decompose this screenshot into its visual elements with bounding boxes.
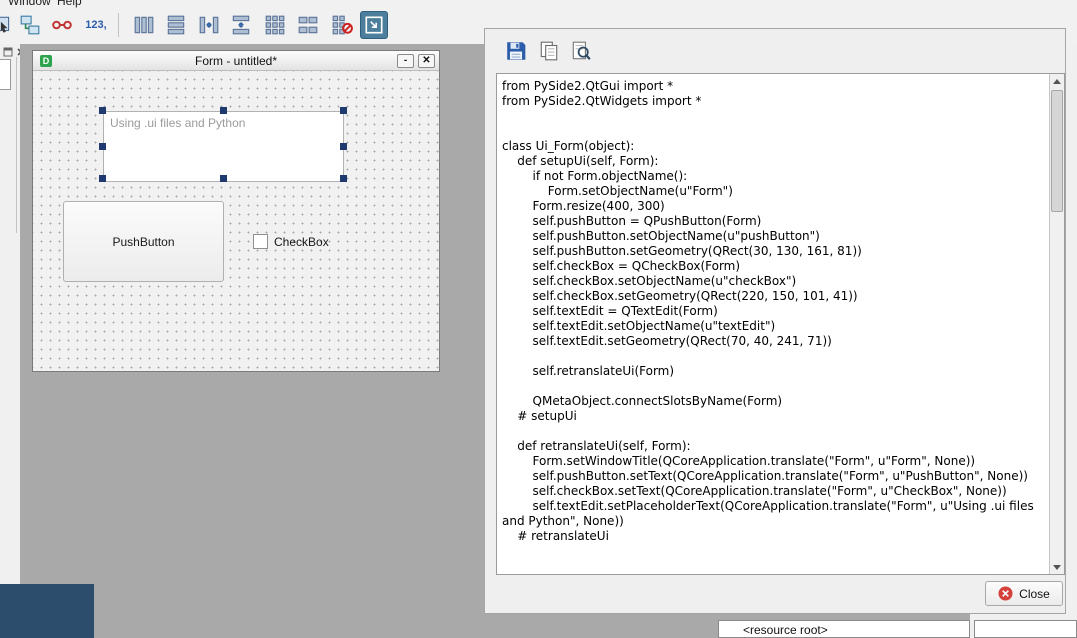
code-line: def retranslateUi(self, Form): — [502, 439, 1047, 454]
code-line: self.checkBox.setGeometry(QRect(220, 150… — [502, 289, 1047, 304]
code-line: # retranslateUi — [502, 529, 1047, 544]
code-line: self.textEdit.setGeometry(QRect(70, 40, … — [502, 334, 1047, 349]
scroll-down-icon[interactable] — [1050, 560, 1064, 574]
scrollbar-thumb[interactable] — [1051, 90, 1063, 212]
edit-tab-order-icon[interactable]: 123, — [80, 11, 112, 39]
break-layout-icon[interactable] — [328, 11, 356, 39]
menu-window[interactable]: Window — [8, 0, 51, 8]
form-canvas[interactable]: Using .ui files and Python PushButton Ch… — [33, 71, 439, 371]
layout-horizontal-icon[interactable] — [130, 11, 158, 39]
panel-divider — [16, 57, 17, 233]
close-red-icon — [998, 586, 1013, 601]
menubar: Window Help — [0, 0, 1077, 9]
widgetbox-panel-fragment — [0, 59, 11, 90]
checkbox-label: CheckBox — [274, 235, 329, 249]
toolbar-separator — [118, 13, 119, 37]
code-line: self.textEdit.setObjectName(u"textEdit") — [502, 319, 1047, 334]
selection-handle[interactable] — [99, 143, 106, 150]
code-line — [502, 349, 1047, 364]
vertical-scrollbar[interactable] — [1049, 74, 1064, 574]
code-line: from PySide2.QtGui import * — [502, 79, 1047, 94]
resource-root-item[interactable]: <resource root> — [743, 623, 828, 637]
code-line — [502, 109, 1047, 124]
menu-help[interactable]: Help — [57, 0, 82, 8]
form-window-titlebar[interactable]: D Form - untitled* - ✕ — [33, 51, 439, 71]
selection-handle[interactable] — [220, 175, 227, 182]
code-preview-dialog: from PySide2.QtGui import * from PySide2… — [484, 28, 1066, 614]
code-line: and Python", None)) — [502, 514, 1047, 529]
code-line: Form.setWindowTitle(QCoreApplication.tra… — [502, 454, 1047, 469]
code-view[interactable]: from PySide2.QtGui import * from PySide2… — [496, 73, 1065, 575]
code-line: from PySide2.QtWidgets import * — [502, 94, 1047, 109]
checkbox-indicator[interactable] — [253, 234, 268, 249]
code-line: self.textEdit.setPlaceholderText(QCoreAp… — [502, 499, 1047, 514]
code-line: self.retranslateUi(Form) — [502, 364, 1047, 379]
edit-signals-slots-icon[interactable] — [16, 11, 44, 39]
edit-buddies-icon[interactable] — [48, 11, 76, 39]
code-line: self.checkBox = QCheckBox(Form) — [502, 259, 1047, 274]
code-line: Form.resize(400, 300) — [502, 199, 1047, 214]
code-line: self.pushButton.setObjectName(u"pushButt… — [502, 229, 1047, 244]
pushbutton-widget[interactable]: PushButton — [63, 201, 224, 282]
bottom-left-panel-fragment — [0, 584, 94, 638]
dock-float-icon[interactable] — [2, 46, 13, 57]
code-line — [502, 124, 1047, 139]
layout-horizontal-splitter-icon[interactable] — [195, 11, 223, 39]
code-line: QMetaObject.connectSlotsByName(Form) — [502, 394, 1047, 409]
edit-widgets-icon[interactable] — [0, 11, 16, 39]
code-line: self.checkBox.setText(QCoreApplication.t… — [502, 484, 1047, 499]
selection-handle[interactable] — [220, 107, 227, 114]
close-window-button[interactable]: ✕ — [418, 54, 435, 68]
bottom-right-panel-fragment — [974, 620, 1077, 638]
code-line: if not Form.objectName(): — [502, 169, 1047, 184]
close-button[interactable]: Close — [985, 581, 1063, 606]
code-line: def setupUi(self, Form): — [502, 154, 1047, 169]
layout-vertical-icon[interactable] — [162, 11, 190, 39]
checkbox-widget[interactable]: CheckBox — [253, 221, 354, 262]
code-line: self.textEdit = QTextEdit(Form) — [502, 304, 1047, 319]
minimize-button[interactable]: - — [397, 54, 414, 68]
code-line: self.checkBox.setObjectName(u"checkBox") — [502, 274, 1047, 289]
copy-icon[interactable] — [536, 38, 562, 64]
layout-vertical-splitter-icon[interactable] — [227, 11, 255, 39]
code-line — [502, 424, 1047, 439]
resource-browser-panel: <resource root> — [718, 620, 970, 638]
layout-grid-icon[interactable] — [261, 11, 289, 39]
form-window-title: Form - untitled* — [33, 54, 439, 68]
code-line: # setupUi — [502, 409, 1047, 424]
selection-handle[interactable] — [99, 175, 106, 182]
adjust-size-icon[interactable] — [360, 11, 388, 39]
close-button-label: Close — [1019, 587, 1050, 601]
layout-form-icon[interactable] — [294, 11, 322, 39]
selection-handle[interactable] — [340, 175, 347, 182]
scroll-up-icon[interactable] — [1050, 74, 1064, 88]
form-editor-window: D Form - untitled* - ✕ Using .ui files a… — [32, 50, 440, 372]
code-line: class Ui_Form(object): — [502, 139, 1047, 154]
save-icon[interactable] — [503, 38, 529, 64]
code-line: Form.setObjectName(u"Form") — [502, 184, 1047, 199]
code-text: from PySide2.QtGui import * from PySide2… — [497, 74, 1049, 544]
code-line — [502, 379, 1047, 394]
code-line: self.pushButton = QPushButton(Form) — [502, 214, 1047, 229]
code-line: self.pushButton.setGeometry(QRect(30, 13… — [502, 244, 1047, 259]
selection-handle[interactable] — [340, 107, 347, 114]
find-icon[interactable] — [568, 38, 594, 64]
selection-handle[interactable] — [340, 143, 347, 150]
selection-handle[interactable] — [99, 107, 106, 114]
code-line: self.pushButton.setText(QCoreApplication… — [502, 469, 1047, 484]
textedit-widget[interactable]: Using .ui files and Python — [103, 111, 344, 182]
